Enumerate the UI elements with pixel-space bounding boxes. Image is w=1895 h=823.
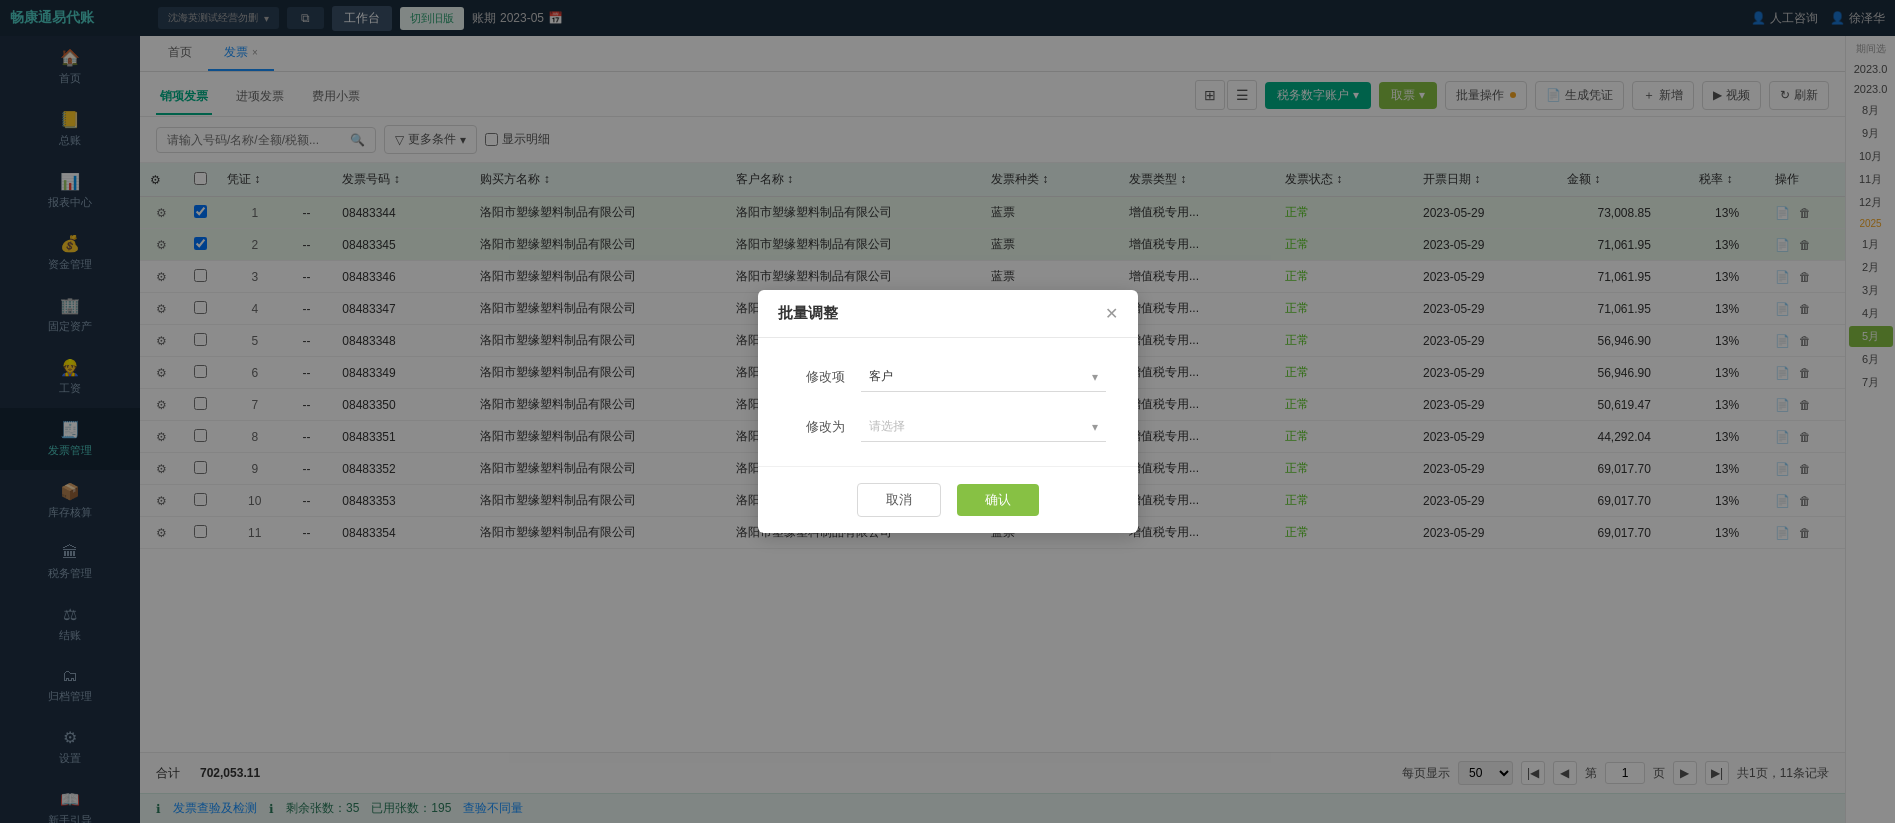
modal-overlay: 批量调整 ✕ 修改项 客户 修改为 请选择 取消 确认 (0, 0, 1895, 823)
modal-footer: 取消 确认 (758, 466, 1138, 533)
modal-body: 修改项 客户 修改为 请选择 (758, 338, 1138, 466)
cancel-button[interactable]: 取消 (857, 483, 941, 517)
modify-to-placeholder: 请选择 (869, 418, 905, 435)
modal-close-btn[interactable]: ✕ (1105, 304, 1118, 323)
modify-item-value: 客户 (869, 368, 893, 385)
modify-item-row: 修改项 客户 (790, 362, 1106, 392)
batch-adjust-modal: 批量调整 ✕ 修改项 客户 修改为 请选择 取消 确认 (758, 290, 1138, 533)
modify-item-chevron (1092, 370, 1098, 384)
modify-to-select[interactable]: 请选择 (861, 412, 1106, 442)
modify-item-select[interactable]: 客户 (861, 362, 1106, 392)
modal-title: 批量调整 (778, 304, 838, 323)
modify-to-chevron (1092, 420, 1098, 434)
modify-to-label: 修改为 (790, 418, 845, 436)
modal-header: 批量调整 ✕ (758, 290, 1138, 338)
confirm-button[interactable]: 确认 (957, 484, 1039, 516)
modify-to-row: 修改为 请选择 (790, 412, 1106, 442)
modify-item-label: 修改项 (790, 368, 845, 386)
